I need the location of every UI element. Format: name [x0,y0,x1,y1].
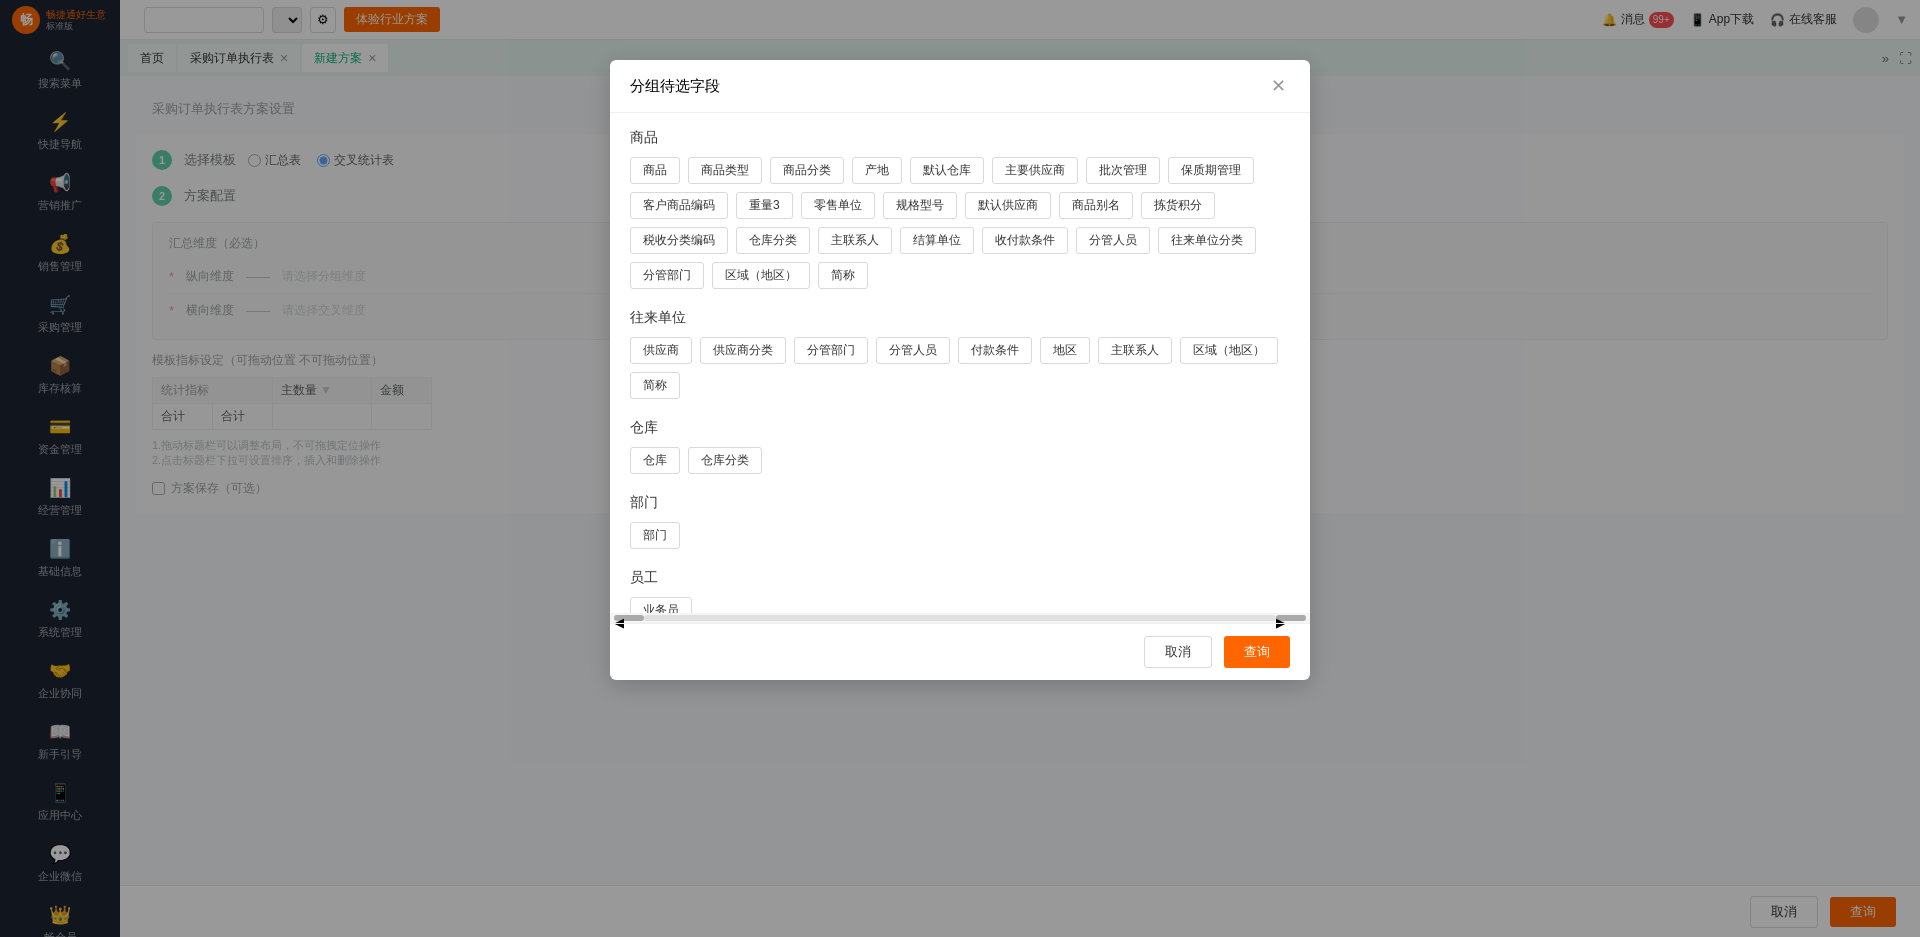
field-group-title-0: 商品 [630,129,1290,147]
field-group-title-1: 往来单位 [630,309,1290,327]
field-group-4: 员工业务员 [630,569,1290,613]
field-tag-0-19[interactable]: 收付款条件 [982,227,1068,254]
hscroll-right-arrow[interactable]: ▶ [1276,615,1306,621]
field-tag-0-22[interactable]: 分管部门 [630,262,704,289]
field-tag-1-6[interactable]: 主联系人 [1098,337,1172,364]
field-tag-1-0[interactable]: 供应商 [630,337,692,364]
field-tags-4: 业务员 [630,597,1290,613]
field-tags-3: 部门 [630,522,1290,549]
field-tag-1-8[interactable]: 简称 [630,372,680,399]
field-tags-0: 商品商品类型商品分类产地默认仓库主要供应商批次管理保质期管理客户商品编码重量3 零… [630,157,1290,289]
field-tag-0-2[interactable]: 商品分类 [770,157,844,184]
field-tag-0-17[interactable]: 主联系人 [818,227,892,254]
field-tag-3-0[interactable]: 部门 [630,522,680,549]
field-tag-1-5[interactable]: 地区 [1040,337,1090,364]
field-tag-0-11[interactable]: 规格型号 [883,192,957,219]
modal-title: 分组待选字段 [630,77,720,96]
cancel-button[interactable]: 取消 [1144,636,1212,668]
field-tag-0-9[interactable]: 重量3 [736,192,793,219]
field-group-title-3: 部门 [630,494,1290,512]
field-tag-0-24[interactable]: 简称 [818,262,868,289]
field-group-title-2: 仓库 [630,419,1290,437]
field-tag-1-3[interactable]: 分管人员 [876,337,950,364]
field-group-title-4: 员工 [630,569,1290,587]
field-group-1: 往来单位供应商供应商分类分管部门分管人员付款条件地区主联系人区域（地区） 简称 [630,309,1290,399]
field-tag-0-7[interactable]: 保质期管理 [1168,157,1254,184]
modal-close-button[interactable]: ✕ [1266,74,1290,98]
modal-footer: 取消 查询 [610,623,1310,680]
field-group-2: 仓库仓库仓库分类 [630,419,1290,474]
confirm-button[interactable]: 查询 [1224,636,1290,668]
field-tag-0-4[interactable]: 默认仓库 [910,157,984,184]
field-tag-0-20[interactable]: 分管人员 [1076,227,1150,254]
field-tag-0-23[interactable]: 区域（地区） [712,262,810,289]
field-tag-0-21[interactable]: 往来单位分类 [1158,227,1256,254]
field-tag-0-3[interactable]: 产地 [852,157,902,184]
modal-horizontal-scroll[interactable]: ◀ ▶ [610,613,1310,623]
field-tag-0-15[interactable]: 税收分类编码 [630,227,728,254]
modal-header: 分组待选字段 ✕ [610,60,1310,113]
field-tag-1-7[interactable]: 区域（地区） [1180,337,1278,364]
field-tag-2-1[interactable]: 仓库分类 [688,447,762,474]
field-tag-4-0[interactable]: 业务员 [630,597,692,613]
field-tag-0-13[interactable]: 商品别名 [1059,192,1133,219]
field-tag-0-8[interactable]: 客户商品编码 [630,192,728,219]
field-tag-1-4[interactable]: 付款条件 [958,337,1032,364]
field-tag-0-0[interactable]: 商品 [630,157,680,184]
modal-dialog: 分组待选字段 ✕ 商品商品商品类型商品分类产地默认仓库主要供应商批次管理保质期管… [610,60,1310,680]
field-tag-0-5[interactable]: 主要供应商 [992,157,1078,184]
field-tag-0-16[interactable]: 仓库分类 [736,227,810,254]
field-tag-1-2[interactable]: 分管部门 [794,337,868,364]
field-tag-1-1[interactable]: 供应商分类 [700,337,786,364]
field-tag-0-10[interactable]: 零售单位 [801,192,875,219]
hscroll-left-arrow[interactable]: ◀ [614,615,644,621]
field-tag-0-6[interactable]: 批次管理 [1086,157,1160,184]
field-group-0: 商品商品商品类型商品分类产地默认仓库主要供应商批次管理保质期管理客户商品编码重量… [630,129,1290,289]
field-tag-0-18[interactable]: 结算单位 [900,227,974,254]
field-tag-0-1[interactable]: 商品类型 [688,157,762,184]
field-tag-0-14[interactable]: 拣货积分 [1141,192,1215,219]
field-group-3: 部门部门 [630,494,1290,549]
modal-overlay: 分组待选字段 ✕ 商品商品商品类型商品分类产地默认仓库主要供应商批次管理保质期管… [0,0,1920,937]
field-tags-2: 仓库仓库分类 [630,447,1290,474]
field-tags-1: 供应商供应商分类分管部门分管人员付款条件地区主联系人区域（地区） 简称 [630,337,1290,399]
field-tag-2-0[interactable]: 仓库 [630,447,680,474]
modal-body: 商品商品商品类型商品分类产地默认仓库主要供应商批次管理保质期管理客户商品编码重量… [610,113,1310,613]
hscroll-track[interactable] [644,615,1276,621]
field-tag-0-12[interactable]: 默认供应商 [965,192,1051,219]
